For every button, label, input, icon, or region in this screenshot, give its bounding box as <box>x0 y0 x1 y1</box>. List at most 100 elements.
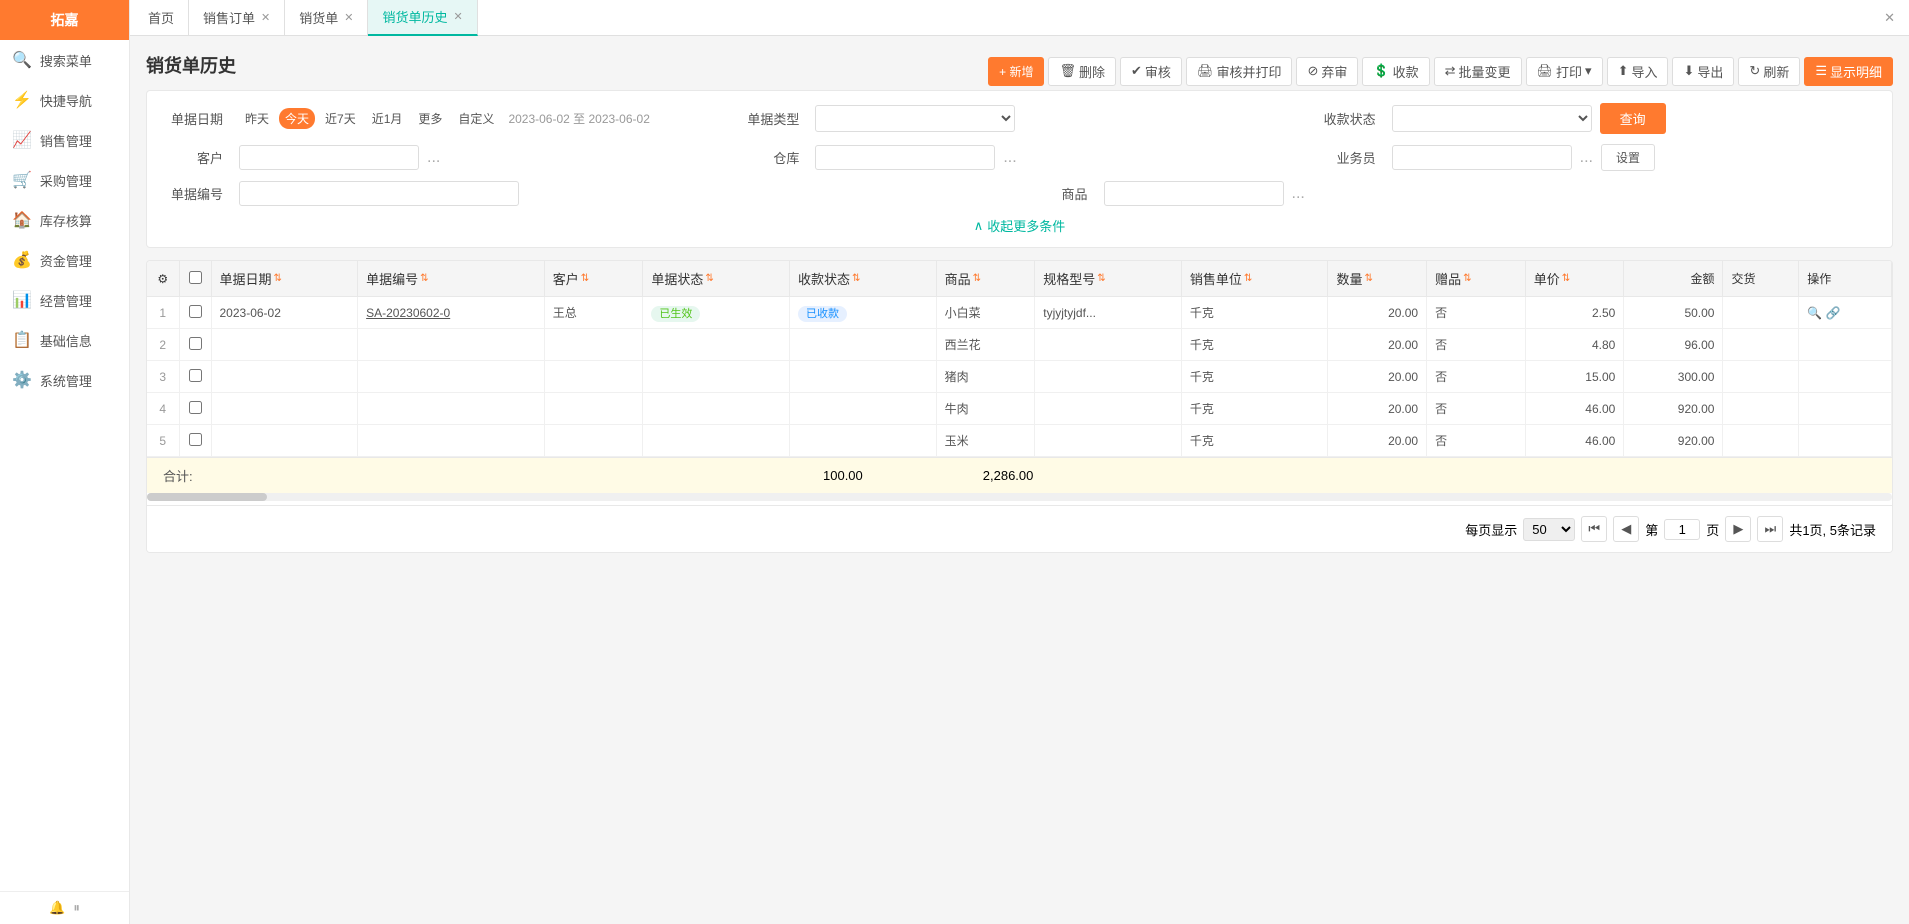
tab-sales-history[interactable]: 销货单历史 ✕ <box>368 0 477 36</box>
shortcut-more[interactable]: 更多 <box>412 108 448 129</box>
cell-checkbox-0[interactable] <box>179 297 211 329</box>
warehouse-input[interactable] <box>815 145 995 170</box>
th-unit[interactable]: 销售单位⇅ <box>1181 261 1328 297</box>
th-customer[interactable]: 客户⇅ <box>544 261 643 297</box>
sidebar-item-search-menu[interactable]: 🔍 搜索菜单 <box>0 40 129 80</box>
cell-docno-0[interactable]: SA-20230602-0 <box>358 297 545 329</box>
cell-action-0[interactable]: 🔍 🔗 <box>1799 297 1892 329</box>
tab-sales-delivery[interactable]: 销货单 ✕ <box>285 0 368 36</box>
sidebar-item-ops-mgmt[interactable]: 📊 经营管理 <box>0 280 129 320</box>
cell-docno-3[interactable] <box>358 393 545 425</box>
shortcut-custom[interactable]: 自定义 <box>452 108 500 129</box>
tab-sales-delivery-close[interactable]: ✕ <box>344 11 353 24</box>
delete-button[interactable]: 🗑 删除 <box>1048 57 1116 86</box>
audit-print-button[interactable]: 🖨 审核并打印 <box>1186 57 1293 86</box>
next-page-button[interactable]: ▶ <box>1725 516 1751 542</box>
per-page-select[interactable]: 50 100 200 <box>1523 518 1575 541</box>
th-doc-no[interactable]: 单据编号⇅ <box>358 261 545 297</box>
sidebar-item-sales-mgmt[interactable]: 📈 销售管理 <box>0 120 129 160</box>
audit-button[interactable]: ✔ 审核 <box>1120 57 1182 86</box>
th-date[interactable]: 单据日期⇅ <box>211 261 358 297</box>
select-all-checkbox[interactable] <box>189 271 202 284</box>
cell-checkbox-4[interactable] <box>179 425 211 457</box>
cell-amount-0: 50.00 <box>1624 297 1723 329</box>
tab-home[interactable]: 首页 <box>134 0 189 36</box>
collect-button[interactable]: 💲 收款 <box>1362 57 1429 86</box>
payment-status-filter-group: 查询 <box>1392 103 1876 134</box>
salesperson-label: 业务员 <box>1316 148 1376 167</box>
new-button[interactable]: + 新增 <box>988 57 1044 86</box>
customer-input[interactable] <box>239 145 419 170</box>
cell-docno-2[interactable] <box>358 361 545 393</box>
cell-action-3[interactable] <box>1799 393 1892 425</box>
cell-date-1 <box>211 329 358 361</box>
scrollbar-thumb[interactable] <box>147 493 267 501</box>
th-settings[interactable]: ⚙ <box>147 261 179 297</box>
cell-docno-4[interactable] <box>358 425 545 457</box>
page-number-input[interactable] <box>1664 519 1700 540</box>
th-goods[interactable]: 商品⇅ <box>936 261 1035 297</box>
payment-status-select[interactable] <box>1392 105 1592 132</box>
goods-filter-group: ... <box>1104 181 1877 206</box>
th-spec[interactable]: 规格型号⇅ <box>1035 261 1182 297</box>
shortcut-yesterday[interactable]: 昨天 <box>239 108 275 129</box>
cell-action-1[interactable] <box>1799 329 1892 361</box>
sidebar-bottom-icon1[interactable]: 🔔 <box>49 900 65 916</box>
first-page-button[interactable]: ⏮ <box>1581 516 1607 542</box>
cell-customer-2 <box>544 361 643 393</box>
goods-input[interactable] <box>1104 181 1284 206</box>
prev-page-button[interactable]: ◀ <box>1613 516 1639 542</box>
shortcut-today[interactable]: 今天 <box>279 108 315 129</box>
abandon-button[interactable]: ⊘ 弃审 <box>1296 57 1358 86</box>
tab-sales-history-close[interactable]: ✕ <box>454 10 463 23</box>
cell-checkbox-1[interactable] <box>179 329 211 361</box>
batch-change-button[interactable]: ⇄ 批量变更 <box>1434 57 1522 86</box>
sidebar-item-basic-info[interactable]: 📋 基础信息 <box>0 320 129 360</box>
query-button[interactable]: 查询 <box>1600 103 1666 134</box>
cell-checkbox-3[interactable] <box>179 393 211 425</box>
refresh-button[interactable]: ↻ 刷新 <box>1738 57 1800 86</box>
sidebar-item-sys-mgmt[interactable]: ⚙️ 系统管理 <box>0 360 129 400</box>
cell-docno-1[interactable] <box>358 329 545 361</box>
tab-sales-order-close[interactable]: ✕ <box>261 11 270 24</box>
sidebar-bottom-icon2[interactable]: ⏸ <box>73 900 80 916</box>
set-button[interactable]: 设置 <box>1601 144 1655 171</box>
th-gift[interactable]: 赠品⇅ <box>1427 261 1526 297</box>
data-table: ⚙ 单据日期⇅ 单据编号⇅ 客户⇅ 单据状态⇅ <box>146 260 1893 553</box>
warehouse-dots[interactable]: ... <box>1003 149 1016 167</box>
cell-action-4[interactable] <box>1799 425 1892 457</box>
cell-checkbox-2[interactable] <box>179 361 211 393</box>
import-button[interactable]: ⬆ 导入 <box>1607 57 1669 86</box>
cell-action-2[interactable] <box>1799 361 1892 393</box>
salesperson-dots[interactable]: ... <box>1580 149 1593 167</box>
goods-dots[interactable]: ... <box>1292 185 1305 203</box>
th-qty[interactable]: 数量⇅ <box>1328 261 1427 297</box>
show-detail-button[interactable]: ☰ 显示明细 <box>1804 57 1893 86</box>
cell-spec-2 <box>1035 361 1182 393</box>
sidebar-item-finance-mgmt[interactable]: 💰 资金管理 <box>0 240 129 280</box>
sidebar-item-stock-calc[interactable]: 🏠 库存核算 <box>0 200 129 240</box>
th-checkbox[interactable] <box>179 261 211 297</box>
doc-type-select[interactable] <box>815 105 1015 132</box>
th-payment-status[interactable]: 收款状态⇅ <box>790 261 937 297</box>
sort-goods-icon: ⇅ <box>973 273 981 284</box>
shortcut-1month[interactable]: 近1月 <box>366 108 409 129</box>
tab-sales-order[interactable]: 销售订单 ✕ <box>189 0 285 36</box>
import-icon: ⬆ <box>1618 63 1629 79</box>
customer-dots[interactable]: ... <box>427 149 440 167</box>
tab-close-all[interactable]: ✕ <box>1874 10 1905 26</box>
horizontal-scrollbar[interactable] <box>147 493 1892 501</box>
doc-no-input[interactable] <box>239 181 519 206</box>
per-page-label: 每页显示 <box>1465 520 1517 539</box>
salesperson-input[interactable] <box>1392 145 1572 170</box>
th-price[interactable]: 单价⇅ <box>1525 261 1624 297</box>
last-page-button[interactable]: ⏭ <box>1757 516 1783 542</box>
collapse-button[interactable]: ∧ 收起更多条件 <box>163 216 1876 235</box>
sidebar-item-quick-nav[interactable]: ⚡ 快捷导航 <box>0 80 129 120</box>
sidebar-item-purchase-mgmt[interactable]: 🛒 采购管理 <box>0 160 129 200</box>
th-doc-status[interactable]: 单据状态⇅ <box>643 261 790 297</box>
shortcut-7days[interactable]: 近7天 <box>319 108 362 129</box>
cell-amount-1: 96.00 <box>1624 329 1723 361</box>
print-button[interactable]: 🖨 打印 ▾ <box>1526 57 1603 86</box>
export-button[interactable]: ⬇ 导出 <box>1672 57 1734 86</box>
